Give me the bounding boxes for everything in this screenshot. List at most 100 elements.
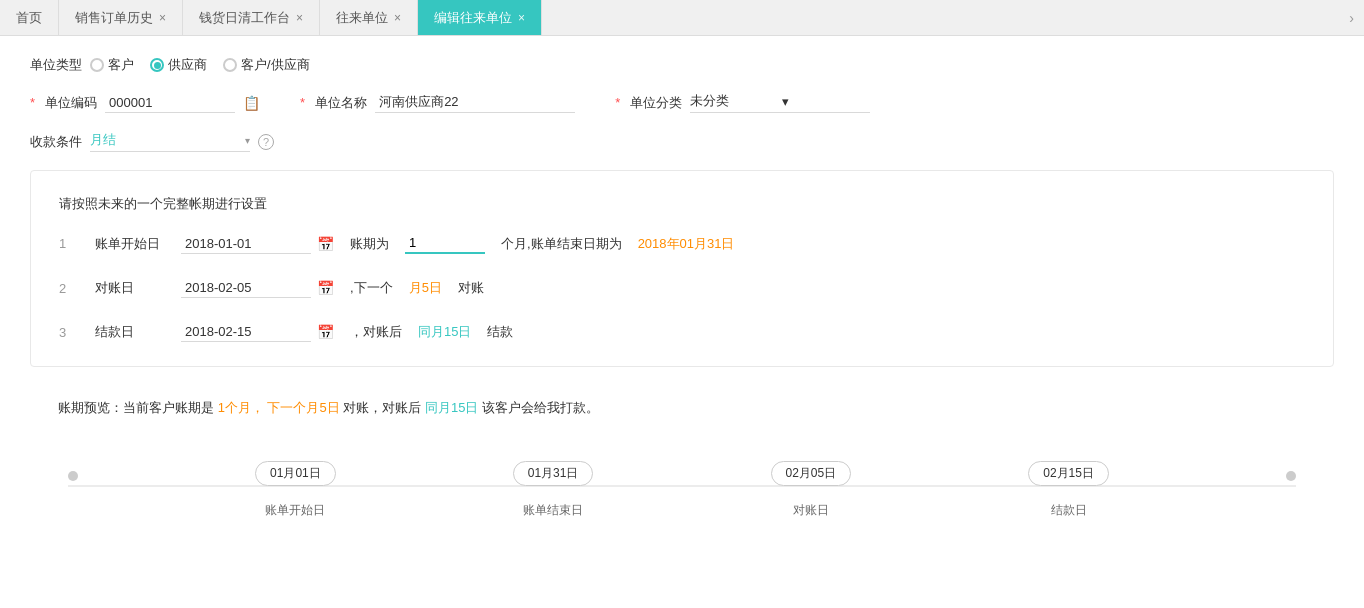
preview-part1: 1个月， [218,400,264,415]
unit-category-arrow-icon: ▾ [782,94,870,109]
setting-row-2: 2 对账日 📅 ,下一个 月5日 对账 [59,278,1305,298]
timeline-badge-4: 02月15日 [1028,461,1109,486]
row-2-highlight: 月5日 [409,279,442,297]
row-1-highlight: 2018年01月31日 [638,235,735,253]
card-title: 请按照未来的一个完整帐期进行设置 [59,195,1305,213]
unit-code-label: 单位编码 [45,94,97,112]
tab-edit-partner-close[interactable]: × [518,11,525,25]
tab-edit-partner[interactable]: 编辑往来单位 × [418,0,542,35]
unit-category-label: 单位分类 [630,94,682,112]
payment-terms-dropdown[interactable]: 月结 ▾ [90,131,250,152]
unit-code-group: * 单位编码 📋 [30,93,260,113]
preview-label: 账期预览：当前客户账期是 [58,400,214,415]
unit-code-input[interactable] [105,93,235,113]
unit-name-input[interactable] [375,93,575,113]
radio-customer-circle [90,58,104,72]
timeline: 01月01日 账单开始日 01月31日 账单结束日 02月05日 对账日 [58,441,1306,559]
row-2-num: 2 [59,281,79,296]
unit-type-label: 单位类型 [30,56,82,74]
unit-name-star: * [300,95,305,110]
radio-supplier-label: 供应商 [168,56,207,74]
timeline-label-4: 结款日 [1051,502,1087,519]
tab-cash-work-label: 钱货日清工作台 [199,9,290,27]
timeline-badge-1: 01月01日 [255,461,336,486]
unit-category-dropdown[interactable]: 未分类 ▾ [690,92,870,113]
timeline-point-1: 01月01日 账单开始日 [255,461,336,519]
row-1-date-wrapper: 📅 [181,234,334,254]
payment-terms-arrow-icon: ▾ [245,135,250,146]
tab-sales-order-history[interactable]: 销售订单历史 × [59,0,183,35]
row-2-calendar-icon[interactable]: 📅 [317,280,334,296]
row-3-label: 结款日 [95,323,165,341]
unit-code-star: * [30,95,35,110]
row-1-calendar-icon[interactable]: 📅 [317,236,334,252]
unit-category-value: 未分类 [690,92,778,110]
radio-supplier[interactable]: 供应商 [150,56,207,74]
payment-terms-group: 收款条件 月结 ▾ ? [30,131,274,152]
row-1-label: 账单开始日 [95,235,165,253]
timeline-badge-3: 02月05日 [771,461,852,486]
tab-home-label: 首页 [16,9,42,27]
row-2-desc-prefix: ,下一个 [350,279,393,297]
timeline-badge-2: 01月31日 [513,461,594,486]
timeline-label-3: 对账日 [793,502,829,519]
row-1-num: 1 [59,236,79,251]
row-1-date-input[interactable] [181,234,311,254]
unit-info-row: * 单位编码 📋 * 单位名称 * 单位分类 未分类 ▾ [30,92,1334,113]
unit-name-group: * 单位名称 [300,93,575,113]
row-1-period-input[interactable] [405,233,485,254]
radio-customer[interactable]: 客户 [90,56,134,74]
radio-supplier-circle [150,58,164,72]
copy-icon[interactable]: 📋 [243,95,260,111]
row-1-desc-suffix: 个月,账单结束日期为 [501,235,622,253]
tab-partner-unit-label: 往来单位 [336,9,388,27]
row-2-date-input[interactable] [181,278,311,298]
period-settings-card: 请按照未来的一个完整帐期进行设置 1 账单开始日 📅 账期为 个月,账单结束日期… [30,170,1334,367]
tab-edit-partner-label: 编辑往来单位 [434,9,512,27]
unit-type-row: 单位类型 客户 供应商 客户/供应商 [30,56,1334,74]
row-2-label: 对账日 [95,279,165,297]
tab-partner-unit[interactable]: 往来单位 × [320,0,418,35]
row-3-desc-prefix: ，对账后 [350,323,402,341]
setting-row-3: 3 结款日 📅 ，对账后 同月15日 结款 [59,322,1305,342]
radio-both[interactable]: 客户/供应商 [223,56,310,74]
row-3-desc-suffix: 结款 [487,323,513,341]
tab-home[interactable]: 首页 [0,0,59,35]
preview-part3: 对账，对账后 [343,400,421,415]
row-1-desc-prefix: 账期为 [350,235,389,253]
radio-both-label: 客户/供应商 [241,56,310,74]
payment-terms-row: 收款条件 月结 ▾ ? [30,131,1334,152]
radio-customer-label: 客户 [108,56,134,74]
timeline-label-1: 账单开始日 [265,502,325,519]
tab-bar: 首页 销售订单历史 × 钱货日清工作台 × 往来单位 × 编辑往来单位 × › [0,0,1364,36]
help-icon[interactable]: ? [258,134,274,150]
row-2-desc-suffix: 对账 [458,279,484,297]
tab-arrow[interactable]: › [1339,0,1364,35]
row-2-date-wrapper: 📅 [181,278,334,298]
unit-type-group: 单位类型 客户 供应商 客户/供应商 [30,56,310,74]
timeline-point-4: 02月15日 结款日 [1028,461,1109,519]
row-3-highlight: 同月15日 [418,323,471,341]
row-3-calendar-icon[interactable]: 📅 [317,324,334,340]
unit-name-label: 单位名称 [315,94,367,112]
preview-text: 账期预览：当前客户账期是 1个月， 下一个月5日 对账，对账后 同月15日 该客… [58,399,1306,417]
row-3-date-wrapper: 📅 [181,322,334,342]
preview-part2: 下一个月5日 [267,400,339,415]
tab-sales-order-label: 销售订单历史 [75,9,153,27]
preview-part5: 该客户会给我打款。 [482,400,599,415]
radio-both-circle [223,58,237,72]
timeline-point-2: 01月31日 账单结束日 [513,461,594,519]
tab-partner-unit-close[interactable]: × [394,11,401,25]
unit-category-star: * [615,95,620,110]
unit-type-radios: 客户 供应商 客户/供应商 [90,56,310,74]
main-content: 单位类型 客户 供应商 客户/供应商 * 单位编码 [0,36,1364,608]
tab-cash-work[interactable]: 钱货日清工作台 × [183,0,320,35]
row-3-date-input[interactable] [181,322,311,342]
tab-cash-work-close[interactable]: × [296,11,303,25]
setting-row-1: 1 账单开始日 📅 账期为 个月,账单结束日期为 2018年01月31日 [59,233,1305,254]
payment-terms-value: 月结 [90,131,241,149]
preview-section: 账期预览：当前客户账期是 1个月， 下一个月5日 对账，对账后 同月15日 该客… [30,383,1334,575]
tab-sales-order-close[interactable]: × [159,11,166,25]
preview-part4: 同月15日 [425,400,478,415]
row-3-num: 3 [59,325,79,340]
